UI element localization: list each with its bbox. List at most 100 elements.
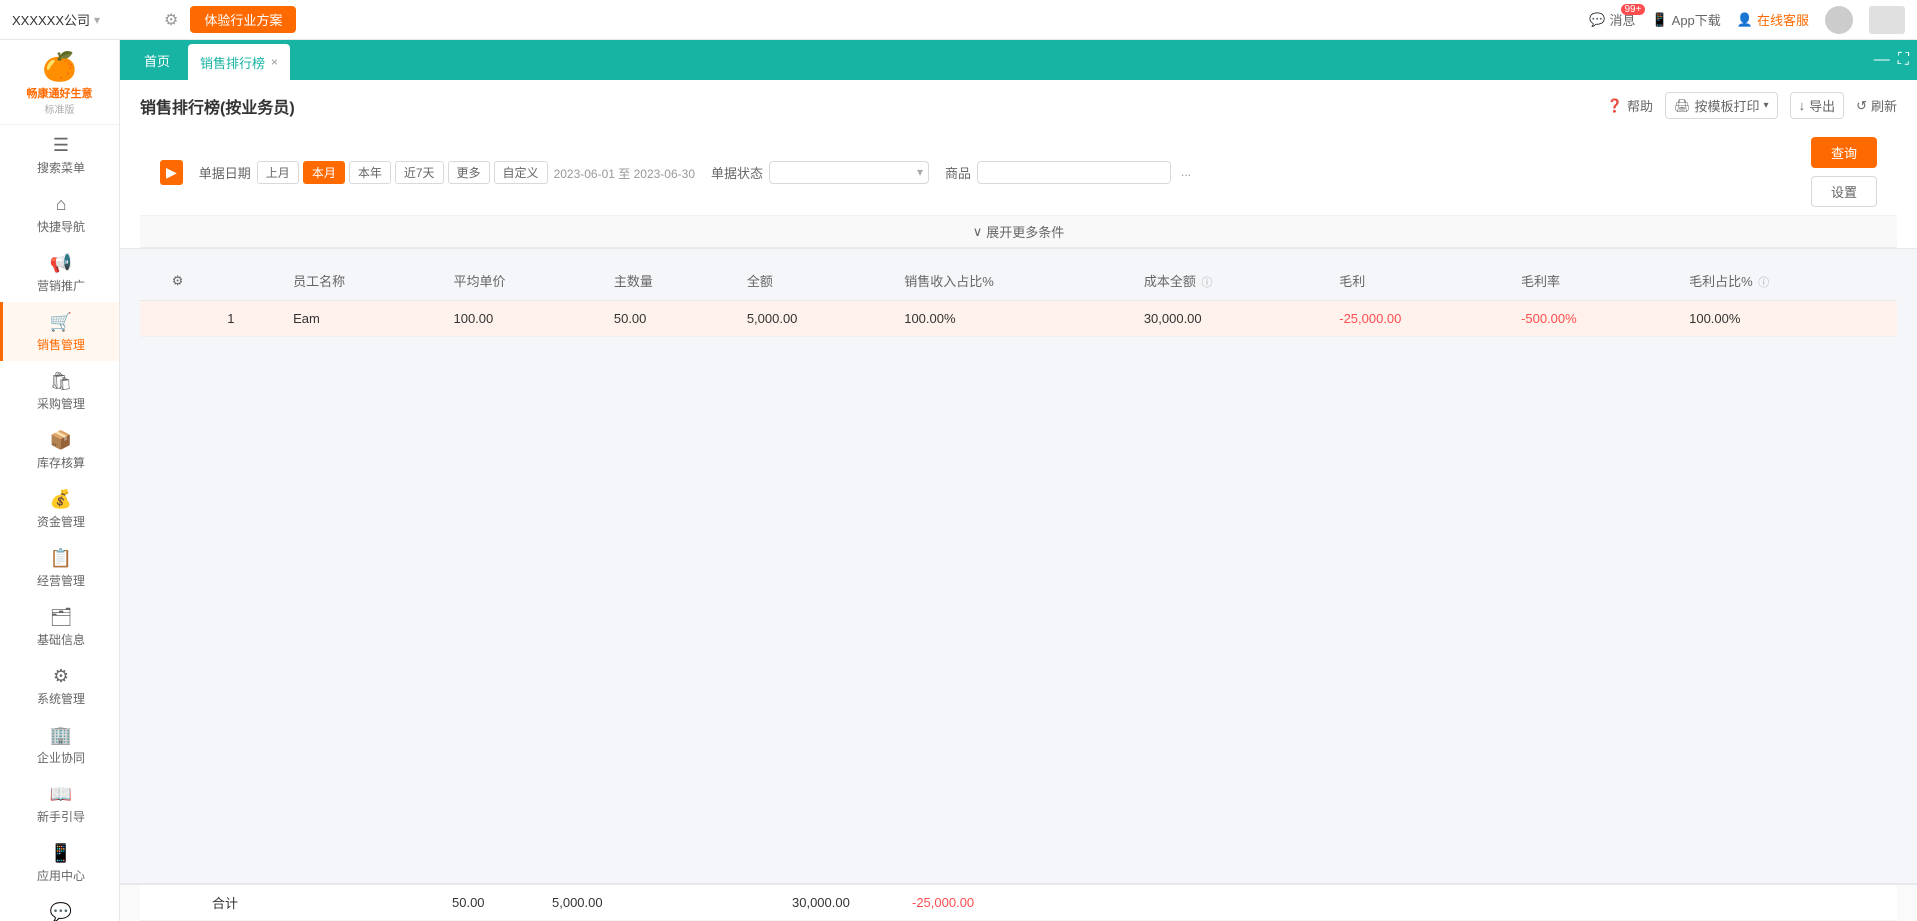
footer-sales-pct xyxy=(660,885,780,921)
status-select[interactable] xyxy=(769,161,929,184)
sidebar-item-shortcut[interactable]: ⌂ 快捷导航 xyxy=(0,184,119,243)
status-select-wrap xyxy=(769,161,929,184)
topbar-right: 💬 消息 99+ 📱 App下载 👤 在线客服 xyxy=(1589,6,1905,34)
message-icon: 💬 xyxy=(1589,12,1605,28)
query-btn[interactable]: 查询 xyxy=(1811,137,1877,168)
col-amount: 全额 xyxy=(735,261,892,301)
guide-icon: 📖 xyxy=(50,784,72,805)
help-btn[interactable]: ❓ 帮助 xyxy=(1607,96,1653,115)
tab-minimize-icon[interactable]: — xyxy=(1874,51,1890,69)
sidebar-item-operations[interactable]: 📋 经营管理 xyxy=(0,538,119,597)
inventory-icon: 📦 xyxy=(50,430,72,451)
sidebar-item-label: 快捷导航 xyxy=(37,218,85,235)
sidebar-item-label: 系统管理 xyxy=(37,690,85,707)
footer-profit-pct xyxy=(1120,885,1897,921)
col-profit-pct: 毛利占比% ⓘ xyxy=(1677,261,1897,301)
date-btn-last-month[interactable]: 上月 xyxy=(257,161,299,184)
company-chevron-icon: ▾ xyxy=(94,13,100,27)
support-label: 在线客服 xyxy=(1757,10,1809,29)
topbar-settings-icon[interactable]: ⚙ xyxy=(164,10,178,30)
export-label: 导出 xyxy=(1809,96,1835,115)
cell-cost: 30,000.00 xyxy=(1132,301,1327,337)
footer-cost: 30,000.00 xyxy=(780,885,900,921)
filter-collapse-btn[interactable]: ▶ xyxy=(160,160,183,185)
enterprise-icon: 🏢 xyxy=(50,725,72,746)
user-name-area[interactable] xyxy=(1869,6,1905,34)
settings-btn[interactable]: 设置 xyxy=(1811,176,1877,207)
sidebar-item-system[interactable]: ⚙ 系统管理 xyxy=(0,656,119,715)
message-btn[interactable]: 💬 消息 99+ xyxy=(1589,10,1635,29)
company-selector[interactable]: XXXXXX公司 ▾ xyxy=(12,10,152,29)
tab-label: 销售排行榜 xyxy=(200,53,265,72)
footer-amount: 5,000.00 xyxy=(540,885,660,921)
sidebar-item-label: 营销推广 xyxy=(37,277,85,294)
tab-home[interactable]: 首页 xyxy=(128,40,186,80)
refresh-btn[interactable]: ↺ 刷新 xyxy=(1856,96,1897,115)
sidebar-item-purchase[interactable]: 🛍 采购管理 xyxy=(0,361,119,420)
sidebar: 🍊 畅康通好生意 标准版 ☰ 搜索菜单 ⌂ 快捷导航 📢 营销推广 🛒 销售管理… xyxy=(0,40,120,921)
sidebar-item-enterprise[interactable]: 🏢 企业协同 xyxy=(0,715,119,774)
status-filter-label: 单据状态 xyxy=(711,163,763,182)
export-btn[interactable]: ↓ 导出 xyxy=(1790,92,1845,119)
date-filter-group: 单据日期 上月 本月 本年 近7天 更多 自定义 2023-06-01 至 20… xyxy=(199,161,695,184)
layout: 🍊 畅康通好生意 标准版 ☰ 搜索菜单 ⌂ 快捷导航 📢 营销推广 🛒 销售管理… xyxy=(0,40,1917,921)
sidebar-item-inventory[interactable]: 📦 库存核算 xyxy=(0,420,119,479)
sidebar-item-marketing[interactable]: 📢 营销推广 xyxy=(0,243,119,302)
footer-qty: 50.00 xyxy=(440,885,540,921)
col-avg-price: 平均单价 xyxy=(441,261,601,301)
page-title-row: 销售排行榜(按业务员) ❓ 帮助 🖨 按模板打印 ▾ ↓ xyxy=(140,92,1897,119)
tab-maximize-icon[interactable]: ⛶ xyxy=(1898,51,1909,69)
cell-rank: 1 xyxy=(215,301,281,337)
cell-settings xyxy=(140,301,215,337)
profit-pct-info-icon[interactable]: ⓘ xyxy=(1758,277,1769,289)
footer-profit: -25,000.00 xyxy=(900,885,1020,921)
print-btn[interactable]: 🖨 按模板打印 ▾ xyxy=(1665,92,1778,119)
collapse-arrow-icon[interactable]: ▶ xyxy=(160,160,183,185)
sidebar-item-finance[interactable]: 💰 资金管理 xyxy=(0,479,119,538)
sidebar-item-basic[interactable]: 🗂 基础信息 xyxy=(0,597,119,656)
date-btn-more[interactable]: 更多 xyxy=(448,161,490,184)
sidebar-item-guide[interactable]: 📖 新手引导 xyxy=(0,774,119,833)
sidebar-item-label: 经营管理 xyxy=(37,572,85,589)
app-icon: 📱 xyxy=(1651,12,1667,28)
footer-rank-cell xyxy=(170,885,200,921)
date-btn-this-month[interactable]: 本月 xyxy=(303,161,345,184)
expand-btn[interactable]: ∨ 展开更多条件 xyxy=(973,222,1065,241)
table-header-row: ⚙ 员工名称 平均单价 主数量 全额 销售收入占比% 成本全额 ⓘ xyxy=(140,261,1897,301)
tab-sales-ranking[interactable]: 销售排行榜 × xyxy=(188,44,290,80)
col-profit-rate: 毛利率 xyxy=(1509,261,1677,301)
app-download-btn[interactable]: 📱 App下载 xyxy=(1651,10,1720,29)
tabbar: 首页 销售排行榜 × — ⛶ xyxy=(120,40,1917,80)
refresh-icon: ↺ xyxy=(1856,98,1867,114)
table-footer: 合计 50.00 5,000.00 30,000.00 -25,000.00 xyxy=(120,883,1917,921)
tab-close-icon[interactable]: × xyxy=(271,55,278,69)
col-profit: 毛利 xyxy=(1327,261,1509,301)
goods-more-icon[interactable]: ... xyxy=(1181,165,1191,179)
col-settings[interactable]: ⚙ xyxy=(140,261,215,301)
cost-info-icon[interactable]: ⓘ xyxy=(1201,277,1212,289)
sidebar-item-appstore[interactable]: 📱 应用中心 xyxy=(0,833,119,892)
sidebar-item-label: 搜索菜单 xyxy=(37,159,85,176)
goods-filter-group: 商品 ... xyxy=(945,161,1191,184)
date-btn-7days[interactable]: 近7天 xyxy=(395,161,444,184)
app-label: App下载 xyxy=(1672,10,1721,29)
sidebar-item-sales[interactable]: 🛒 销售管理 xyxy=(0,302,119,361)
trial-btn[interactable]: 体验行业方案 xyxy=(190,6,296,33)
cell-profit-pct: 100.00% xyxy=(1677,301,1897,337)
cell-avg-price: 100.00 xyxy=(441,301,601,337)
sidebar-item-wechat[interactable]: 💬 企业微信 xyxy=(0,892,119,921)
cell-qty: 50.00 xyxy=(602,301,735,337)
purchase-icon: 🛍 xyxy=(50,371,73,392)
sidebar-item-search-order[interactable]: ☰ 搜索菜单 xyxy=(0,125,119,184)
support-btn[interactable]: 👤 在线客服 xyxy=(1737,10,1809,29)
sidebar-item-label: 销售管理 xyxy=(37,336,85,353)
date-btn-this-year[interactable]: 本年 xyxy=(349,161,391,184)
avatar[interactable] xyxy=(1825,6,1853,34)
sidebar-item-label: 资金管理 xyxy=(37,513,85,530)
col-qty: 主数量 xyxy=(602,261,735,301)
date-btn-custom[interactable]: 自定义 xyxy=(494,161,548,184)
tabbar-right: — ⛶ xyxy=(1874,51,1909,69)
col-rank xyxy=(215,261,281,301)
page-actions: ❓ 帮助 🖨 按模板打印 ▾ ↓ 导出 ↺ xyxy=(1607,92,1897,119)
goods-input[interactable] xyxy=(977,161,1171,184)
